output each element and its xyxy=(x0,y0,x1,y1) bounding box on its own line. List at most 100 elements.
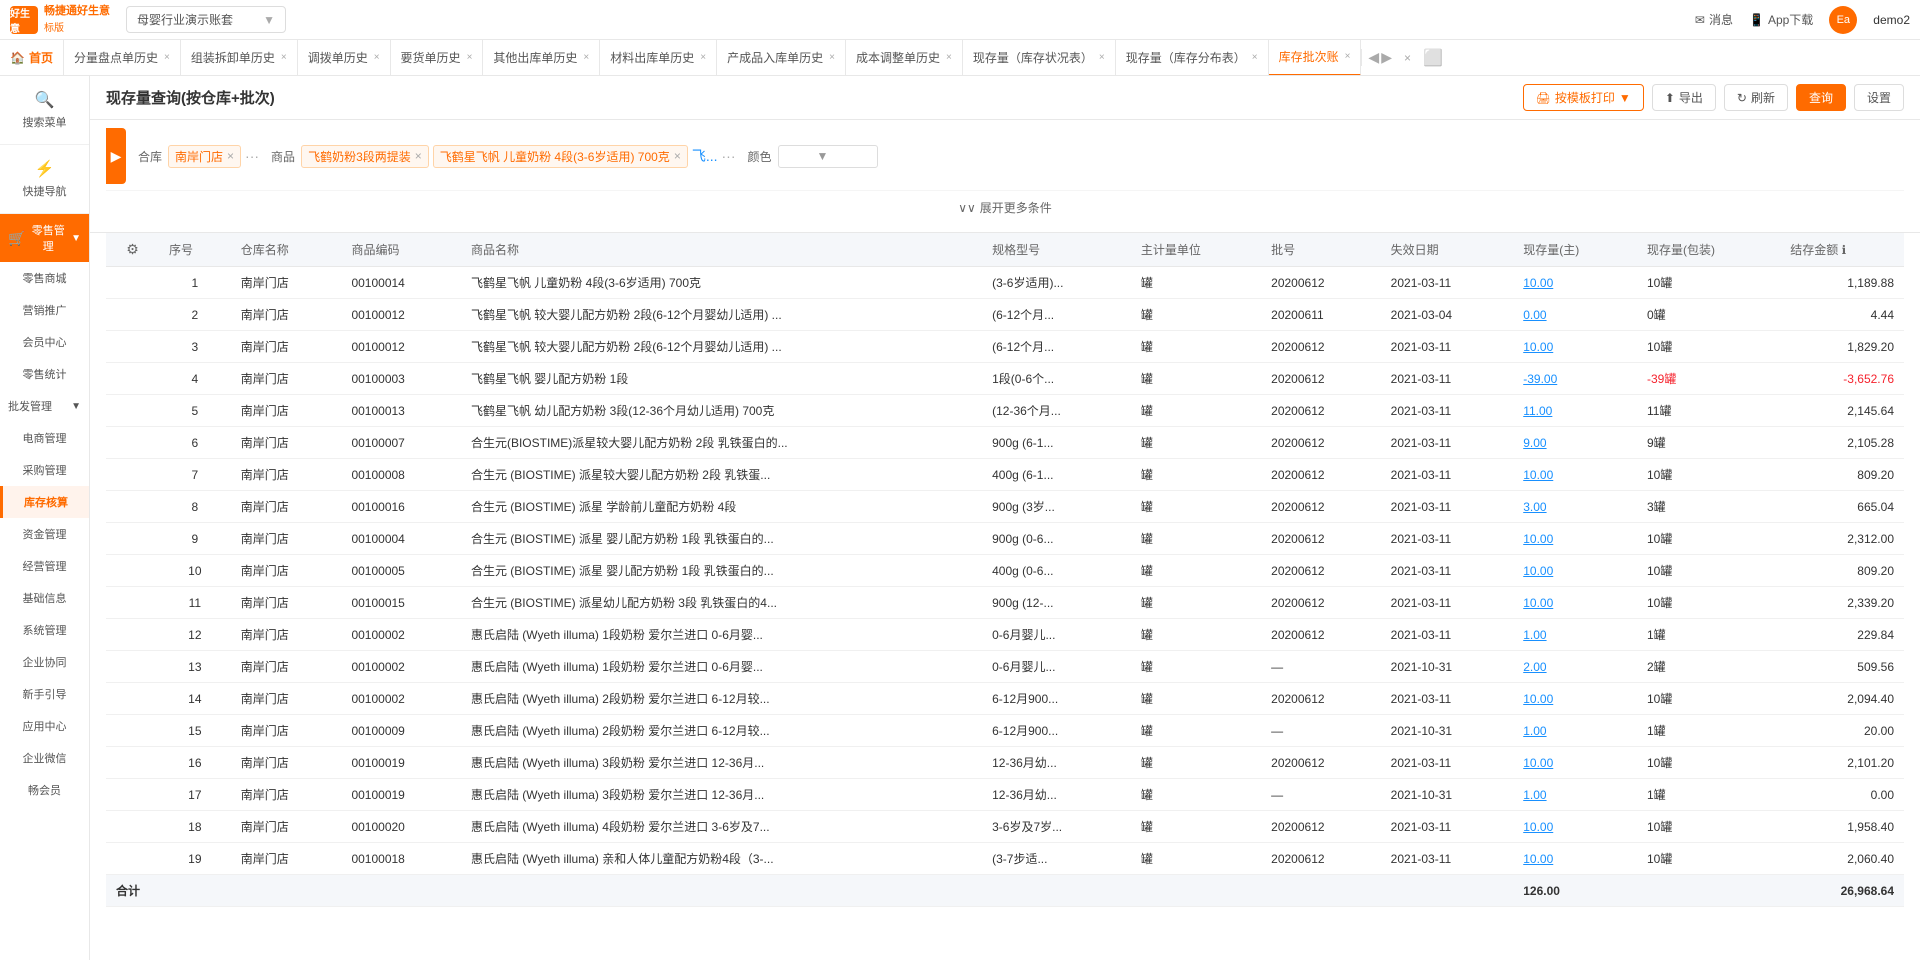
row-balance: 2,339.20 xyxy=(1780,587,1904,619)
table-row: 1 南岸门店 00100014 飞鹤星飞帆 儿童奶粉 4段(3-6岁适用) 70… xyxy=(106,267,1904,299)
query-button[interactable]: 查询 xyxy=(1796,84,1846,111)
tab-material-out[interactable]: 材料出库单历史 × xyxy=(600,40,717,76)
settings-button[interactable]: 设置 xyxy=(1854,84,1904,111)
tab-close-cost[interactable]: × xyxy=(946,52,952,63)
tab-close-split[interactable]: × xyxy=(164,52,170,63)
row-spec: 12-36月幼... xyxy=(982,747,1131,779)
tab-close-dist[interactable]: × xyxy=(1252,52,1258,63)
sidebar-item-finance[interactable]: 资金管理 xyxy=(0,518,89,550)
color-dropdown[interactable]: ▼ xyxy=(778,145,878,168)
table-row: 13 南岸门店 00100002 惠氏启陆 (Wyeth illuma) 1段奶… xyxy=(106,651,1904,683)
row-stock-main: 10.00 xyxy=(1513,683,1637,715)
tab-product-in[interactable]: 产成品入库单历史 × xyxy=(717,40,846,76)
product-more-dots[interactable]: ··· xyxy=(722,148,736,164)
sidebar-item-wholesale[interactable]: 批发管理 ▼ xyxy=(0,390,89,422)
tab-split-inventory[interactable]: 分量盘点单历史 × xyxy=(64,40,181,76)
close-window[interactable]: ⬜ xyxy=(1417,48,1449,68)
sidebar-item-newguide[interactable]: 新手引导 xyxy=(0,678,89,710)
nav-prev-arrow[interactable]: ◀ xyxy=(1368,49,1379,66)
row-batch: 20200612 xyxy=(1261,811,1381,843)
sidebar-item-vip[interactable]: 畅会员 xyxy=(0,774,89,806)
sidebar-item-marketing[interactable]: 营销推广 xyxy=(0,294,89,326)
expand-more-button[interactable]: ∨∨ 展开更多条件 xyxy=(950,195,1060,220)
tab-close-query[interactable]: × xyxy=(374,52,380,63)
sidebar-item-stats[interactable]: 零售统计 xyxy=(0,358,89,390)
sidebar-item-purchase[interactable]: 采购管理 xyxy=(0,454,89,486)
warehouse-tag-close[interactable]: × xyxy=(227,149,234,163)
row-expiry: 2021-03-11 xyxy=(1381,619,1514,651)
sidebar-quicknav[interactable]: ⚡ 快捷导航 xyxy=(0,151,89,207)
print-button[interactable]: 🖨 按模板打印 ▼ xyxy=(1523,84,1644,111)
sidebar-item-member[interactable]: 会员中心 xyxy=(0,326,89,358)
sidebar-item-ecommerce[interactable]: 电商管理 xyxy=(0,422,89,454)
row-balance: 229.84 xyxy=(1780,619,1904,651)
row-code: 00100007 xyxy=(341,427,461,459)
page-header: 现存量查询(按仓库+批次) 🖨 按模板打印 ▼ ⬆ 导出 ↻ 刷新 查询 xyxy=(90,76,1920,120)
product-tag-0-close[interactable]: × xyxy=(415,149,422,163)
tab-close-other[interactable]: × xyxy=(583,52,589,63)
warehouse-filter: 合库 南岸门店 × ··· xyxy=(138,145,259,168)
row-name: 合生元 (BIOSTIME) 派星较大婴儿配方奶粉 2段 乳铁蛋... xyxy=(461,459,982,491)
tab-query-order[interactable]: 调拨单历史 × xyxy=(298,40,391,76)
th-warehouse: 仓库名称 xyxy=(231,233,342,267)
tab-close-material[interactable]: × xyxy=(700,52,706,63)
refresh-button[interactable]: ↻ 刷新 xyxy=(1724,84,1788,111)
row-warehouse: 南岸门店 xyxy=(231,779,342,811)
export-button[interactable]: ⬆ 导出 xyxy=(1652,84,1716,111)
tab-disassemble[interactable]: 组装拆卸单历史 × xyxy=(181,40,298,76)
row-num: 3 xyxy=(159,331,231,363)
product-tag-1-close[interactable]: × xyxy=(674,149,681,163)
product-more[interactable]: 飞... xyxy=(692,146,718,166)
table-row: 12 南岸门店 00100002 惠氏启陆 (Wyeth illuma) 1段奶… xyxy=(106,619,1904,651)
th-settings[interactable]: ⚙ xyxy=(106,233,159,267)
tab-borrow-order[interactable]: 要货单历史 × xyxy=(391,40,484,76)
tab-cost-adjust[interactable]: 成本调整单历史 × xyxy=(846,40,963,76)
row-stock-main: 10.00 xyxy=(1513,331,1637,363)
tab-close-borrow[interactable]: × xyxy=(467,52,473,63)
row-name: 合生元 (BIOSTIME) 派星 婴儿配方奶粉 1段 乳铁蛋白的... xyxy=(461,555,982,587)
warehouse-more[interactable]: ··· xyxy=(245,148,259,164)
row-warehouse: 南岸门店 xyxy=(231,811,342,843)
message-button[interactable]: ✉ 消息 xyxy=(1695,11,1733,28)
row-num: 1 xyxy=(159,267,231,299)
tab-other-out[interactable]: 其他出库单历史 × xyxy=(483,40,600,76)
tab-stock-status[interactable]: 现存量（库存状况表） × xyxy=(963,40,1116,76)
sidebar-item-inventory[interactable]: 库存核算 xyxy=(0,486,89,518)
sidebar-item-shop[interactable]: 零售商城 xyxy=(0,262,89,294)
expand-down-icon: ∨∨ xyxy=(958,201,976,215)
sidebar-item-operation[interactable]: 经营管理 xyxy=(0,550,89,582)
print-icon: 🖨 xyxy=(1536,91,1551,105)
sidebar-item-basic[interactable]: 基础信息 xyxy=(0,582,89,614)
industry-selector[interactable]: 母婴行业演示账套 ▼ xyxy=(126,6,286,33)
row-warehouse: 南岸门店 xyxy=(231,619,342,651)
sidebar-item-retail[interactable]: 🛒 零售管理 ▼ xyxy=(0,214,89,262)
filter-expand-arrow[interactable]: ▶ xyxy=(106,128,126,184)
row-stock-main: 11.00 xyxy=(1513,395,1637,427)
table-container[interactable]: ⚙ 序号 仓库名称 商品编码 商品名称 xyxy=(90,233,1920,960)
tab-stock-dist[interactable]: 现存量（库存分布表） × xyxy=(1116,40,1269,76)
footer-stock-main: 126.00 xyxy=(1513,875,1637,907)
tab-close-status[interactable]: × xyxy=(1099,52,1105,63)
tab-close-product[interactable]: × xyxy=(829,52,835,63)
row-warehouse: 南岸门店 xyxy=(231,843,342,875)
row-expiry: 2021-03-11 xyxy=(1381,747,1514,779)
tab-close-batch[interactable]: × xyxy=(1345,51,1351,62)
tab-close-disassemble[interactable]: × xyxy=(281,52,287,63)
close-all-tabs[interactable]: × xyxy=(1398,51,1417,65)
sidebar-search[interactable]: 🔍 搜索菜单 xyxy=(0,82,89,138)
nav-next-arrow[interactable]: ▶ xyxy=(1381,49,1392,66)
avatar[interactable]: Ea xyxy=(1829,6,1857,34)
sidebar-item-enterprise[interactable]: 企业协同 xyxy=(0,646,89,678)
row-code: 00100003 xyxy=(341,363,461,395)
sidebar-item-system[interactable]: 系统管理 xyxy=(0,614,89,646)
row-spec: (6-12个月... xyxy=(982,299,1131,331)
sidebar-item-corpwechat[interactable]: 企业微信 xyxy=(0,742,89,774)
tab-home[interactable]: 🏠 首页 xyxy=(0,40,64,76)
row-settings-cell xyxy=(106,587,159,619)
nav-tabs: 🏠 首页 分量盘点单历史 × 组装拆卸单历史 × 调拨单历史 × 要货单历史 ×… xyxy=(0,40,1920,76)
row-batch: 20200612 xyxy=(1261,363,1381,395)
sidebar-item-appcenter[interactable]: 应用中心 xyxy=(0,710,89,742)
row-expiry: 2021-03-11 xyxy=(1381,459,1514,491)
download-button[interactable]: 📱 App下载 xyxy=(1749,11,1813,28)
tab-batch-ledger[interactable]: 库存批次账 × xyxy=(1269,40,1362,76)
